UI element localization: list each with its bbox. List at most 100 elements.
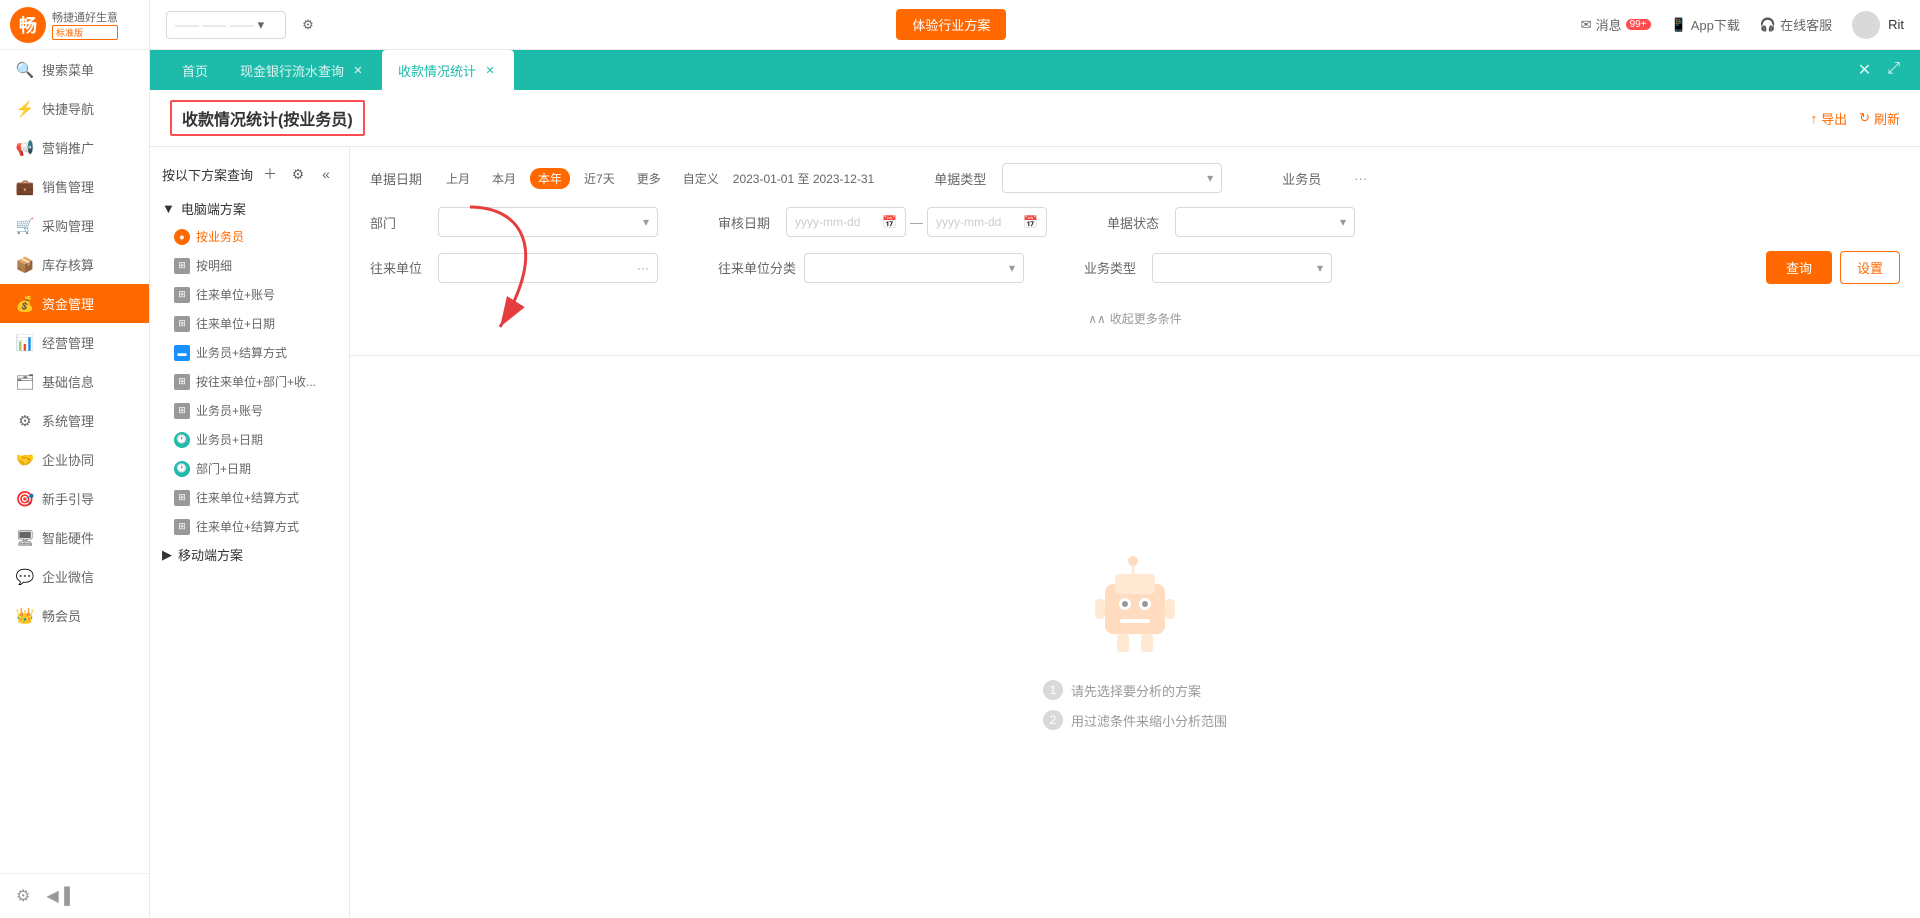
scheme-item-partner-settle2[interactable]: ⊞ 往来单位+结算方式 bbox=[150, 512, 349, 541]
scheme-item-partner-account[interactable]: ⊞ 往来单位+账号 bbox=[150, 280, 349, 309]
scheme-item-partner-dept-label: 按往来单位+部门+收... bbox=[196, 373, 316, 390]
hardware-icon: 🖥 bbox=[16, 529, 34, 547]
query-panel-title: 按以下方案查询 bbox=[162, 165, 253, 184]
sidebar-item-member[interactable]: 👑 畅会员 bbox=[0, 596, 149, 635]
mobile-scheme-section: ▶ 移动端方案 bbox=[150, 541, 349, 568]
sidebar-item-sales[interactable]: 💼 销售管理 bbox=[0, 167, 149, 206]
sidebar-item-inventory[interactable]: 📦 库存核算 bbox=[0, 245, 149, 284]
scheme-item-salesman-date[interactable]: 🕐 业务员+日期 bbox=[150, 425, 349, 454]
collapse-panel-icon[interactable]: « bbox=[315, 163, 337, 185]
basic-icon: 🗂 bbox=[16, 373, 34, 391]
scheme-item-dept-date[interactable]: 🕐 部门+日期 bbox=[150, 454, 349, 483]
page-title: 收款情况统计(按业务员) bbox=[182, 112, 353, 129]
app-download-btn[interactable]: 📱 App下载 bbox=[1671, 15, 1740, 34]
scheme-item-salesman-settle[interactable]: ▬ 业务员+结算方式 bbox=[150, 338, 349, 367]
partner-settle2-icon: ⊞ bbox=[174, 519, 190, 535]
review-date-end-input[interactable]: yyyy-mm-dd 📅 bbox=[927, 207, 1047, 237]
tab-collection-stats-close[interactable]: ✕ bbox=[482, 62, 498, 78]
biztype-dropdown-arrow: ▾ bbox=[1317, 261, 1323, 275]
doctype-select[interactable]: ▾ bbox=[1002, 163, 1222, 193]
sidebar-footer: ⚙ ◀▐ bbox=[0, 873, 149, 918]
sidebar-item-finance[interactable]: 💰 资金管理 bbox=[0, 284, 149, 323]
settings-footer-icon[interactable]: ⚙ bbox=[16, 886, 30, 906]
enterprise-icon: 🤝 bbox=[16, 451, 34, 469]
biztype-select[interactable]: ▾ bbox=[1152, 253, 1332, 283]
sidebar-item-wechat[interactable]: 💬 企业微信 bbox=[0, 557, 149, 596]
sidebar-item-marketing[interactable]: 📢 营销推广 bbox=[0, 128, 149, 167]
online-service-btn[interactable]: 🎧 在线客服 bbox=[1760, 15, 1832, 34]
pc-scheme-title[interactable]: ▼ 电脑端方案 bbox=[150, 195, 349, 222]
query-panel-icons: ＋ ⚙ « bbox=[259, 163, 337, 185]
sidebar-item-purchase[interactable]: 🛒 采购管理 bbox=[0, 206, 149, 245]
scheme-settings-icon[interactable]: ⚙ bbox=[287, 163, 309, 185]
filter-row-2: 部门 ▾ 审核日期 yyyy-mm-dd bbox=[370, 207, 1900, 237]
sidebar-item-enterprise[interactable]: 🤝 企业协同 bbox=[0, 440, 149, 479]
collapse-filters-button[interactable]: ∧∧ 收起更多条件 bbox=[1088, 310, 1182, 327]
tab-collection-stats[interactable]: 收款情况统计 ✕ bbox=[382, 50, 514, 90]
quick-nav-icon: ⚡ bbox=[16, 100, 34, 118]
scheme-item-salesman-account[interactable]: ⊞ 业务员+账号 bbox=[150, 396, 349, 425]
partner-cat-select[interactable]: ▾ bbox=[804, 253, 1024, 283]
review-date-start-input[interactable]: yyyy-mm-dd 📅 bbox=[786, 207, 906, 237]
salesman-settle-icon: ▬ bbox=[174, 345, 190, 361]
scheme-item-partner-settle1[interactable]: ⊞ 往来单位+结算方式 bbox=[150, 483, 349, 512]
add-scheme-icon[interactable]: ＋ bbox=[259, 163, 281, 185]
refresh-label: 刷新 bbox=[1874, 109, 1900, 128]
trial-button[interactable]: 体验行业方案 bbox=[896, 9, 1006, 40]
scheme-item-dept-date-label: 部门+日期 bbox=[196, 460, 251, 477]
tab-bank-flow-close[interactable]: ✕ bbox=[350, 62, 366, 78]
sidebar-item-system[interactable]: ⚙ 系统管理 bbox=[0, 401, 149, 440]
scheme-item-partner-dept[interactable]: ⊞ 按往来单位+部门+收... bbox=[150, 367, 349, 396]
date-btn-last-month[interactable]: 上月 bbox=[438, 168, 478, 189]
window-expand-btn[interactable]: ⤢ bbox=[1883, 60, 1904, 80]
sidebar-item-guide[interactable]: 🎯 新手引导 bbox=[0, 479, 149, 518]
gear-icon[interactable]: ⚙ bbox=[294, 11, 322, 39]
scheme-item-salesman[interactable]: ● 按业务员 bbox=[150, 222, 349, 251]
member-icon: 👑 bbox=[16, 607, 34, 625]
tab-home-label: 首页 bbox=[182, 61, 208, 80]
export-button[interactable]: ↑ 导出 bbox=[1811, 109, 1848, 128]
sidebar-item-search[interactable]: 🔍 搜索菜单 bbox=[0, 50, 149, 89]
system-icon: ⚙ bbox=[16, 412, 34, 430]
tab-collection-stats-label: 收款情况统计 bbox=[398, 61, 476, 80]
sidebar-item-quick-nav[interactable]: ⚡ 快捷导航 bbox=[0, 89, 149, 128]
refresh-button[interactable]: ↻ 刷新 bbox=[1859, 109, 1900, 128]
nav-dropdown-arrow: ▾ bbox=[258, 17, 265, 33]
sidebar-item-basic[interactable]: 🗂 基础信息 bbox=[0, 362, 149, 401]
sidebar-item-sales-label: 销售管理 bbox=[42, 177, 94, 196]
window-close-btn[interactable]: ✕ bbox=[1854, 60, 1875, 80]
review-date-label: 审核日期 bbox=[718, 213, 778, 232]
date-btn-more[interactable]: 更多 bbox=[629, 168, 669, 189]
scheme-item-detail[interactable]: ⊞ 按明细 bbox=[150, 251, 349, 280]
date-filter-label: 单据日期 bbox=[370, 169, 430, 188]
scheme-item-detail-label: 按明细 bbox=[196, 257, 232, 274]
empty-hints: 1 请先选择要分析的方案 2 用过滤条件来缩小分析范围 bbox=[1043, 680, 1227, 730]
tab-bank-flow[interactable]: 现金银行流水查询 ✕ bbox=[224, 50, 382, 90]
scheme-item-partner-date[interactable]: ⊞ 往来单位+日期 bbox=[150, 309, 349, 338]
nav-dropdown[interactable]: —— —— —— ▾ bbox=[166, 11, 286, 39]
tab-home[interactable]: 首页 bbox=[166, 50, 224, 90]
scheme-item-partner-settle2-label: 往来单位+结算方式 bbox=[196, 518, 299, 535]
docstatus-select[interactable]: ▾ bbox=[1175, 207, 1355, 237]
query-button[interactable]: 查询 bbox=[1766, 251, 1832, 284]
nav-dropdown-text: —— —— —— bbox=[175, 18, 254, 32]
partner-select[interactable]: ··· bbox=[438, 253, 658, 283]
detail-scheme-icon: ⊞ bbox=[174, 258, 190, 274]
sidebar-item-hardware[interactable]: 🖥 智能硬件 bbox=[0, 518, 149, 557]
date-btn-this-month[interactable]: 本月 bbox=[484, 168, 524, 189]
salesman-more-btn[interactable]: ··· bbox=[1350, 171, 1371, 186]
collapse-sidebar-icon[interactable]: ◀▐ bbox=[46, 886, 70, 906]
sidebar-item-marketing-label: 营销推广 bbox=[42, 138, 94, 157]
user-area[interactable]: Rit bbox=[1852, 11, 1904, 39]
date-btn-7days[interactable]: 近7天 bbox=[576, 168, 623, 189]
partner-settle1-icon: ⊞ bbox=[174, 490, 190, 506]
mobile-scheme-title[interactable]: ▶ 移动端方案 bbox=[150, 541, 349, 568]
dept-select[interactable]: ▾ bbox=[438, 207, 658, 237]
date-btn-this-year[interactable]: 本年 bbox=[530, 168, 570, 189]
messages-btn[interactable]: ✉ 消息 99+ bbox=[1581, 15, 1651, 34]
partner-more-icon[interactable]: ··· bbox=[637, 261, 649, 275]
sidebar-item-business[interactable]: 📊 经营管理 bbox=[0, 323, 149, 362]
filter-settings-button[interactable]: 设置 bbox=[1840, 251, 1900, 284]
date-btn-custom[interactable]: 自定义 bbox=[675, 168, 727, 189]
dept-date-icon: 🕐 bbox=[174, 461, 190, 477]
